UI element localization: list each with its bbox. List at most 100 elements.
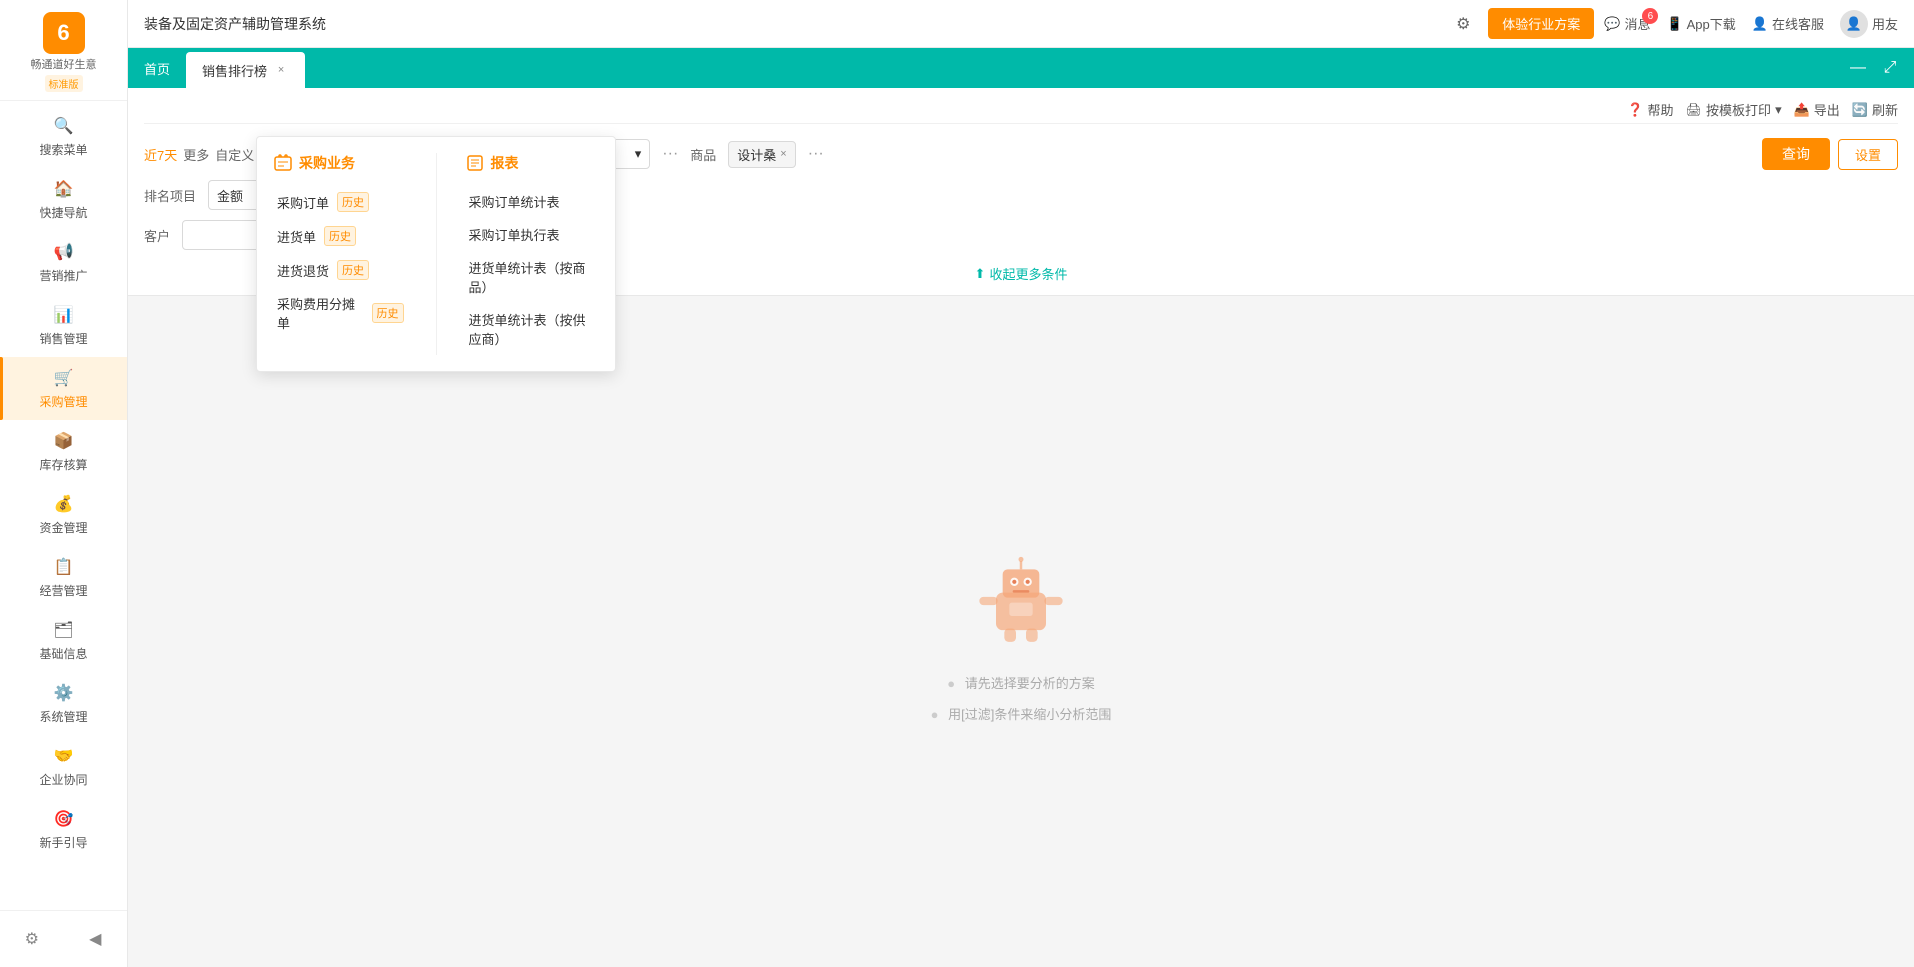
sidebar-item-purchase[interactable]: 🛒 采购管理 <box>0 357 127 420</box>
goods-tag[interactable]: 设计桑 × <box>728 141 795 168</box>
sidebar-item-finance[interactable]: 💰 资金管理 <box>0 483 127 546</box>
menu-item-purchase-order[interactable]: 采购订单 历史 <box>273 185 408 219</box>
empty-hint-1: ● 请先选择要分析的方案 <box>947 673 1095 692</box>
sidebar-nav: 🔍 搜索菜单 🏠 快捷导航 📢 营销推广 📊 销售管理 🛒 采购管理 📦 库存核… <box>0 101 127 910</box>
service-button[interactable]: 👤 在线客服 <box>1752 14 1824 33</box>
sidebar-item-label: 资金管理 <box>39 519 87 536</box>
help-icon: ❓ <box>1627 102 1643 118</box>
tab-home[interactable]: 首页 <box>128 48 186 88</box>
goods-label: 商品 <box>690 145 716 164</box>
date-7days-button[interactable]: 近7天 <box>144 145 177 164</box>
sidebar-item-marketing[interactable]: 📢 营销推广 <box>0 231 127 294</box>
menu-item-return[interactable]: 进货退货 历史 <box>273 253 408 287</box>
sidebar-logo: 6 畅通道好生意 标准版 <box>0 0 127 101</box>
sidebar-item-nav[interactable]: 🏠 快捷导航 <box>0 168 127 231</box>
service-icon: 👤 <box>1752 16 1768 32</box>
report-section-icon <box>465 153 485 173</box>
operation-nav-icon: 📋 <box>53 556 75 578</box>
tab-bar: 首页 销售排行榜 × — ⤢ <box>128 48 1914 88</box>
rank-value: 金额 <box>217 186 243 205</box>
tab-sales-rank-label: 销售排行榜 <box>202 61 267 80</box>
finance-nav-icon: 💰 <box>53 493 75 515</box>
sidebar-item-inventory[interactable]: 📦 库存核算 <box>0 420 127 483</box>
header-settings-button[interactable]: ⚙ <box>1448 9 1478 39</box>
system-title: 装备及固定资产辅助管理系统 <box>144 14 1438 34</box>
sidebar-item-label: 系统管理 <box>39 708 87 725</box>
user-avatar: 👤 <box>1840 10 1868 38</box>
tab-controls: — ⤢ <box>1846 56 1914 80</box>
message-badge: 6 <box>1642 8 1658 24</box>
industry-button[interactable]: 体验行业方案 <box>1488 8 1594 39</box>
sidebar-item-guide[interactable]: 🎯 新手引导 <box>0 798 127 861</box>
report-section-title: 报表 <box>465 153 600 173</box>
print-icon: 🖨 <box>1686 102 1703 118</box>
menu-item-order-stats[interactable]: 采购订单统计表 <box>465 185 600 218</box>
status-dots[interactable]: ··· <box>662 145 678 163</box>
sidebar-bottom: ⚙ ◀ <box>0 910 127 967</box>
sidebar-item-enterprise[interactable]: 🤝 企业协同 <box>0 735 127 798</box>
menu-item-label: 进货单统计表（按商品） <box>469 258 596 296</box>
tab-minimize-button[interactable]: — <box>1846 56 1870 80</box>
dropdown-menu: 采购业务 采购订单 历史 进货单 历史 进货退货 历史 <box>256 136 616 372</box>
menu-item-label: 进货单 <box>277 227 316 246</box>
sidebar-item-search[interactable]: 🔍 搜索菜单 <box>0 105 127 168</box>
sidebar: 6 畅通道好生意 标准版 🔍 搜索菜单 🏠 快捷导航 📢 营销推广 📊 销售管理… <box>0 0 128 967</box>
query-button[interactable]: 查询 <box>1762 138 1830 170</box>
menu-item-incoming-by-supplier[interactable]: 进货单统计表（按供应商） <box>465 303 600 355</box>
sales-nav-icon: 📊 <box>53 304 75 326</box>
menu-item-label: 采购订单执行表 <box>469 225 560 244</box>
export-label: 导出 <box>1814 100 1840 119</box>
user-label: 用友 <box>1872 14 1898 33</box>
tab-sales-rank[interactable]: 销售排行榜 × <box>186 52 305 88</box>
app-label: App下载 <box>1687 14 1736 33</box>
basic-nav-icon: 🗂 <box>53 619 75 641</box>
settings-small-button[interactable]: 设置 <box>1838 139 1898 170</box>
goods-dots[interactable]: ··· <box>808 145 824 163</box>
date-more-button[interactable]: 更多 <box>183 145 209 164</box>
sidebar-item-system[interactable]: ⚙️ 系统管理 <box>0 672 127 735</box>
inventory-nav-icon: 📦 <box>53 430 75 452</box>
top-header: 装备及固定资产辅助管理系统 ⚙ 体验行业方案 💬 消息 6 📱 App下载 👤 … <box>128 0 1914 48</box>
collapse-button[interactable]: ⬆ 收起更多条件 <box>975 264 1068 283</box>
sidebar-item-label: 营销推广 <box>39 267 87 284</box>
collapse-label: 收起更多条件 <box>989 264 1067 283</box>
home-nav-icon: 🏠 <box>53 178 75 200</box>
goods-tag-label: 设计桑 <box>737 145 776 164</box>
empty-hint-2: ● 用[过滤]条件来缩小分析范围 <box>931 704 1112 723</box>
menu-item-order-exec[interactable]: 采购订单执行表 <box>465 218 600 251</box>
menu-item-incoming-by-goods[interactable]: 进货单统计表（按商品） <box>465 251 600 303</box>
refresh-icon: 🔄 <box>1852 102 1868 118</box>
sidebar-item-label: 经营管理 <box>39 582 87 599</box>
sidebar-item-basic[interactable]: 🗂 基础信息 <box>0 609 127 672</box>
sidebar-item-label: 销售管理 <box>39 330 87 347</box>
history-tag: 历史 <box>372 303 404 323</box>
help-button[interactable]: ❓ 帮助 <box>1627 100 1673 119</box>
menu-item-incoming[interactable]: 进货单 历史 <box>273 219 408 253</box>
tab-close-button[interactable]: × <box>273 62 289 78</box>
menu-item-label: 采购费用分摊单 <box>277 294 364 332</box>
sidebar-item-label: 采购管理 <box>39 393 87 410</box>
user-button[interactable]: 👤 用友 <box>1840 10 1898 38</box>
content-area: ❓ 帮助 🖨 按模板打印 ▾ 📤 导出 🔄 刷新 <box>128 88 1914 967</box>
purchase-section-label: 采购业务 <box>299 153 355 173</box>
app-download-button[interactable]: 📱 App下载 <box>1666 14 1735 33</box>
service-label: 在线客服 <box>1772 14 1824 33</box>
refresh-button[interactable]: 🔄 刷新 <box>1852 100 1898 119</box>
marketing-nav-icon: 📢 <box>53 241 75 263</box>
export-button[interactable]: 📤 导出 <box>1794 100 1840 119</box>
sidebar-settings-button[interactable]: ⚙ <box>16 923 48 955</box>
logo-text: 畅通道好生意 <box>31 58 97 73</box>
goods-tag-close[interactable]: × <box>780 148 786 160</box>
sidebar-item-sales[interactable]: 📊 销售管理 <box>0 294 127 357</box>
print-template-button[interactable]: 🖨 按模板打印 ▾ <box>1686 100 1782 119</box>
guide-nav-icon: 🎯 <box>53 808 75 830</box>
message-button[interactable]: 💬 消息 6 <box>1604 14 1650 33</box>
tab-maximize-button[interactable]: ⤢ <box>1878 56 1902 80</box>
sidebar-item-operation[interactable]: 📋 经营管理 <box>0 546 127 609</box>
menu-item-label: 进货单统计表（按供应商） <box>469 310 596 348</box>
report-menu-section: 报表 采购订单统计表 采购订单执行表 进货单统计表（按商品） 进货单统计表（按供… <box>465 153 600 355</box>
date-custom-button[interactable]: 自定义 <box>215 145 254 164</box>
print-label: 按模板打印 <box>1706 100 1771 119</box>
sidebar-collapse-button[interactable]: ◀ <box>79 923 111 955</box>
menu-item-cost-split[interactable]: 采购费用分摊单 历史 <box>273 287 408 339</box>
